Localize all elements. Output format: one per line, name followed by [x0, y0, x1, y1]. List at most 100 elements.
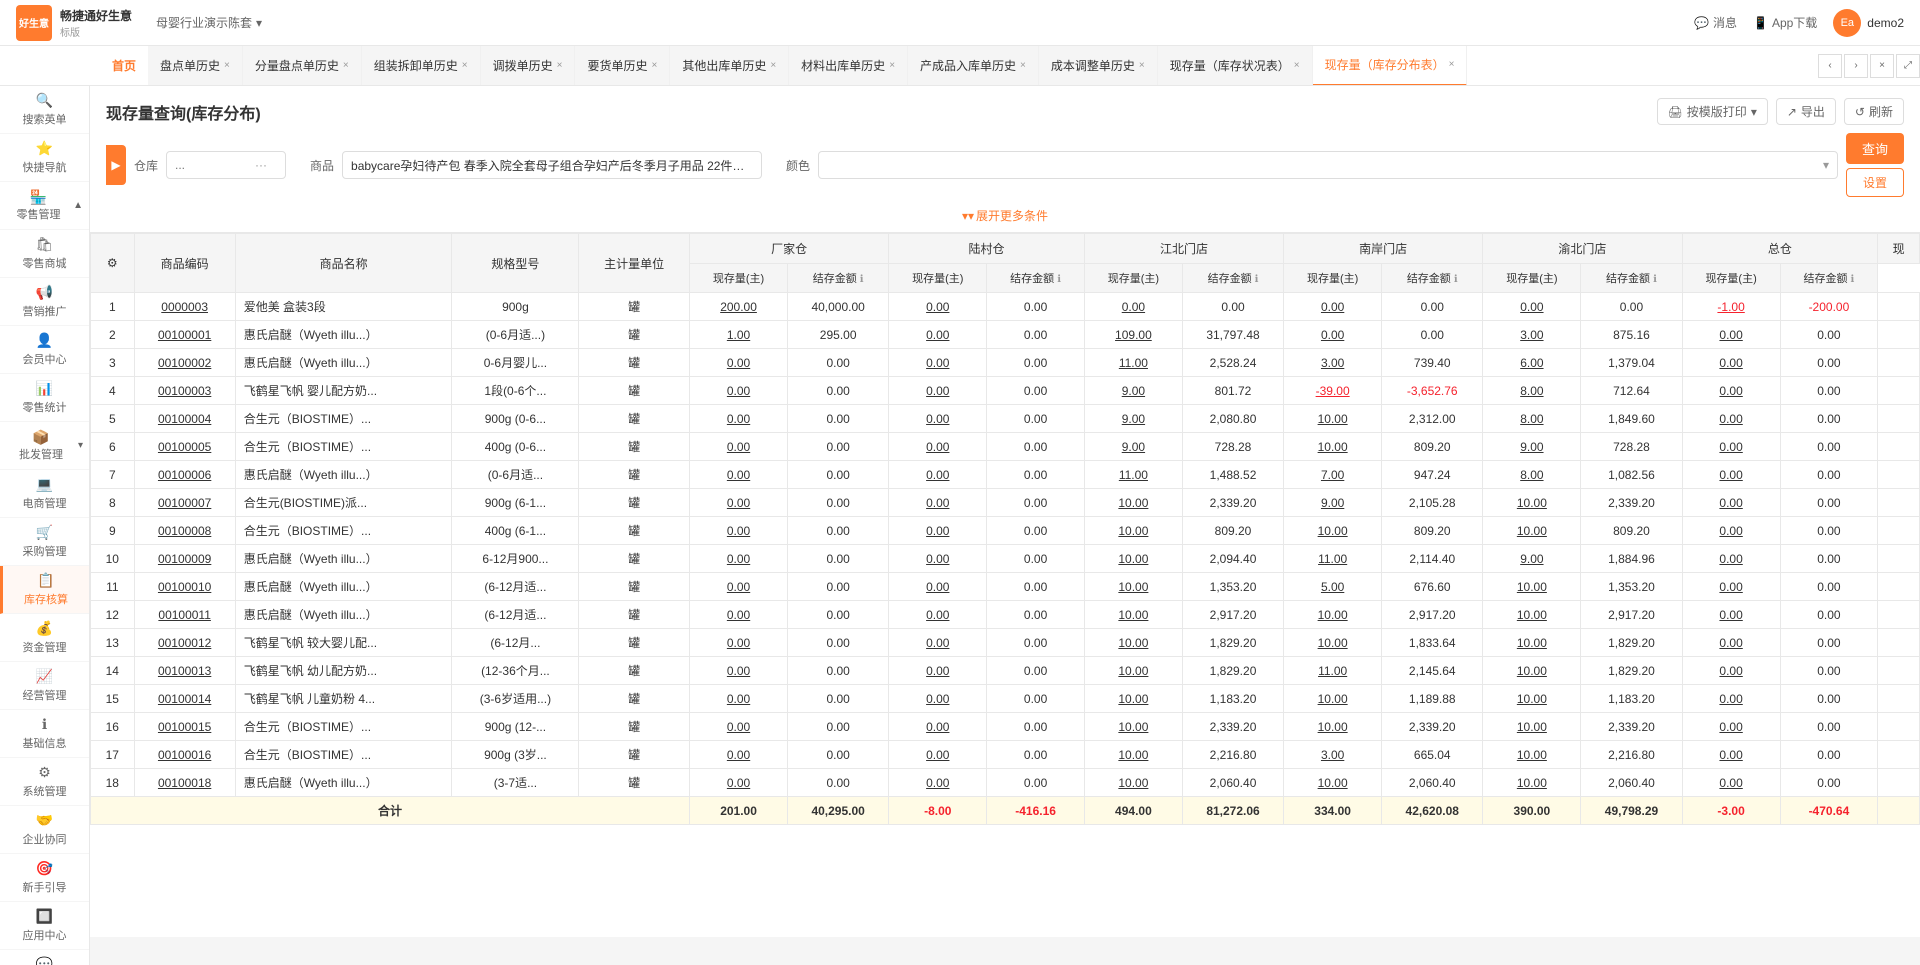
cell-no: 7: [91, 461, 135, 489]
cell-nanan-qty: 10.00: [1284, 713, 1382, 741]
sidebar-item-wholesale[interactable]: 📦 批发管理 ▾: [0, 422, 89, 470]
tab-6[interactable]: 材料出库单历史 ×: [789, 46, 908, 86]
cell-code: 00100003: [134, 377, 235, 405]
cell-nanan-qty: 10.00: [1284, 405, 1382, 433]
cell-no: 13: [91, 629, 135, 657]
tab-active[interactable]: 现存量（库存分布表） ×: [1313, 46, 1468, 86]
color-input-wrapper[interactable]: ▾: [818, 151, 1838, 179]
sidebar-item-inventory[interactable]: 📋 库存核算: [0, 566, 89, 614]
tab-8[interactable]: 成本调整单历史 ×: [1039, 46, 1158, 86]
app-download-btn[interactable]: 📱 App下载: [1753, 14, 1817, 31]
cell-code: 00100002: [134, 349, 235, 377]
sidebar-item-basic-info[interactable]: ℹ 基础信息: [0, 710, 89, 758]
cell-extra: [1878, 573, 1920, 601]
tab-close-icon[interactable]: ×: [889, 60, 895, 71]
cell-no: 11: [91, 573, 135, 601]
logo-area: 好生意 畅捷通好生意 标版 母婴行业演示陈套 ▾: [16, 5, 262, 41]
sidebar-item-operations[interactable]: 📈 经营管理: [0, 662, 89, 710]
tab-close-icon[interactable]: ×: [1020, 60, 1026, 71]
query-btn[interactable]: 查询: [1846, 133, 1904, 164]
industry-selector[interactable]: 母婴行业演示陈套: [156, 14, 252, 31]
search-icon: 🔍: [36, 92, 53, 109]
sidebar-item-collab[interactable]: 🤝 企业协同: [0, 806, 89, 854]
tab-4[interactable]: 要货单历史 ×: [575, 46, 670, 86]
summary-extra: [1878, 797, 1920, 825]
goods-input-wrapper[interactable]: babycare孕妇待产包 春季入院全套母子组合孕妇产后冬季月子用品 22件套 …: [342, 151, 762, 179]
nav-close-all-btn[interactable]: ×: [1870, 54, 1894, 78]
tab-close-icon[interactable]: ×: [557, 60, 563, 71]
cell-yubei-amt: 1,849.60: [1581, 405, 1682, 433]
cell-code: 0000003: [134, 293, 235, 321]
tab-3[interactable]: 调拨单历史 ×: [481, 46, 576, 86]
cell-nanan-amt: 2,312.00: [1382, 405, 1483, 433]
sidebar-item-shortcut[interactable]: ⭐ 快捷导航: [0, 134, 89, 182]
tab-close-icon[interactable]: ×: [462, 60, 468, 71]
sidebar-item-marketing[interactable]: 📢 营销推广: [0, 278, 89, 326]
nav-expand-btn[interactable]: ⤢: [1896, 54, 1920, 78]
sidebar-item-wechat[interactable]: 💬 企业微信: [0, 950, 89, 965]
sidebar-item-apps[interactable]: 🔲 应用中心: [0, 902, 89, 950]
sidebar-item-ecommerce[interactable]: 💻 电商管理: [0, 470, 89, 518]
message-btn[interactable]: 💬 消息: [1694, 14, 1737, 31]
cell-spec: 900g (3岁...: [452, 741, 579, 769]
sidebar-item-system[interactable]: ⚙ 系统管理: [0, 758, 89, 806]
tab-close-icon[interactable]: ×: [224, 60, 230, 71]
toggle-filter-btn[interactable]: ▶: [106, 145, 126, 185]
sidebar-item-member[interactable]: 👤 会员中心: [0, 326, 89, 374]
tab-9[interactable]: 现存量（库存状况表） ×: [1158, 46, 1313, 86]
retail-icon: 🏪: [30, 189, 47, 206]
cell-jiangbei-amt: 2,080.80: [1182, 405, 1283, 433]
cell-nanan-amt: 809.20: [1382, 433, 1483, 461]
tab-close-icon[interactable]: ×: [1449, 59, 1455, 70]
table-row: 10 00100009 惠氏启醚（Wyeth illu...） 6-12月900…: [91, 545, 1920, 573]
sidebar-item-retail-mall[interactable]: 🛍 零售商城: [0, 230, 89, 278]
refresh-btn[interactable]: ↺ 刷新: [1844, 98, 1904, 125]
table-container[interactable]: ⚙ 商品编码 商品名称 规格型号 主计量单位 厂家仓 陆村仓 江北门店 南岸门店…: [90, 233, 1920, 937]
tab-close-icon[interactable]: ×: [1294, 60, 1300, 71]
tab-close-icon[interactable]: ×: [770, 60, 776, 71]
sidebar-item-guide[interactable]: 🎯 新手引导: [0, 854, 89, 902]
sidebar-item-finance[interactable]: 💰 资金管理: [0, 614, 89, 662]
cell-yubei-qty: 10.00: [1483, 573, 1581, 601]
cell-jiangbei-amt: 1,829.20: [1182, 657, 1283, 685]
cell-lucun-amt: 0.00: [987, 461, 1084, 489]
tab-close-icon[interactable]: ×: [651, 60, 657, 71]
cell-total-amt: 0.00: [1780, 461, 1877, 489]
color-input[interactable]: [827, 158, 1823, 172]
warehouse-input[interactable]: [175, 158, 255, 172]
export-btn[interactable]: ↗ 导出: [1776, 98, 1836, 125]
cell-factory-amt: 0.00: [788, 657, 889, 685]
tab-close-icon[interactable]: ×: [1139, 60, 1145, 71]
tab-5[interactable]: 其他出库单历史 ×: [670, 46, 789, 86]
cell-total-qty: 0.00: [1682, 377, 1780, 405]
cell-code: 00100016: [134, 741, 235, 769]
cell-yubei-amt: 2,060.40: [1581, 769, 1682, 797]
tab-close-icon[interactable]: ×: [343, 60, 349, 71]
sidebar-item-retail-stats[interactable]: 📊 零售统计: [0, 374, 89, 422]
warehouse-picker-btn[interactable]: ···: [255, 158, 267, 172]
th-gear[interactable]: ⚙: [91, 234, 135, 293]
tab-1[interactable]: 分量盘点单历史 ×: [243, 46, 362, 86]
sidebar-item-purchase[interactable]: 🛒 采购管理: [0, 518, 89, 566]
tab-7[interactable]: 产成品入库单历史 ×: [908, 46, 1039, 86]
user-area[interactable]: Ea demo2: [1833, 9, 1904, 37]
table-row: 8 00100007 合生元(BIOSTIME)派... 900g (6-1..…: [91, 489, 1920, 517]
cell-unit: 罐: [579, 405, 690, 433]
cell-total-qty: 0.00: [1682, 685, 1780, 713]
th-total-amt: 结存金额 ℹ: [1780, 264, 1877, 293]
settings-btn[interactable]: 设置: [1846, 168, 1904, 197]
sidebar-item-search[interactable]: 🔍 搜索英单: [0, 86, 89, 134]
tab-2[interactable]: 组装拆卸单历史 ×: [362, 46, 481, 86]
nav-next-btn[interactable]: ›: [1844, 54, 1868, 78]
tab-0[interactable]: 盘点单历史 ×: [148, 46, 243, 86]
sidebar-item-retail-mgmt[interactable]: 🏪 零售管理 ▲: [0, 182, 89, 230]
tab-home[interactable]: 首页: [100, 46, 148, 86]
warehouse-input-wrapper[interactable]: ···: [166, 151, 286, 179]
nav-prev-btn[interactable]: ‹: [1818, 54, 1842, 78]
cell-yubei-qty: 10.00: [1483, 517, 1581, 545]
expand-conditions-btn[interactable]: ▾▾ 展开更多条件: [962, 207, 1048, 224]
cell-name: 惠氏启醚（Wyeth illu...）: [235, 461, 452, 489]
print-btn[interactable]: 🖨 按模版打印 ▾: [1657, 98, 1768, 125]
cell-factory-qty: 0.00: [689, 629, 787, 657]
cell-yubei-amt: 2,339.20: [1581, 489, 1682, 517]
